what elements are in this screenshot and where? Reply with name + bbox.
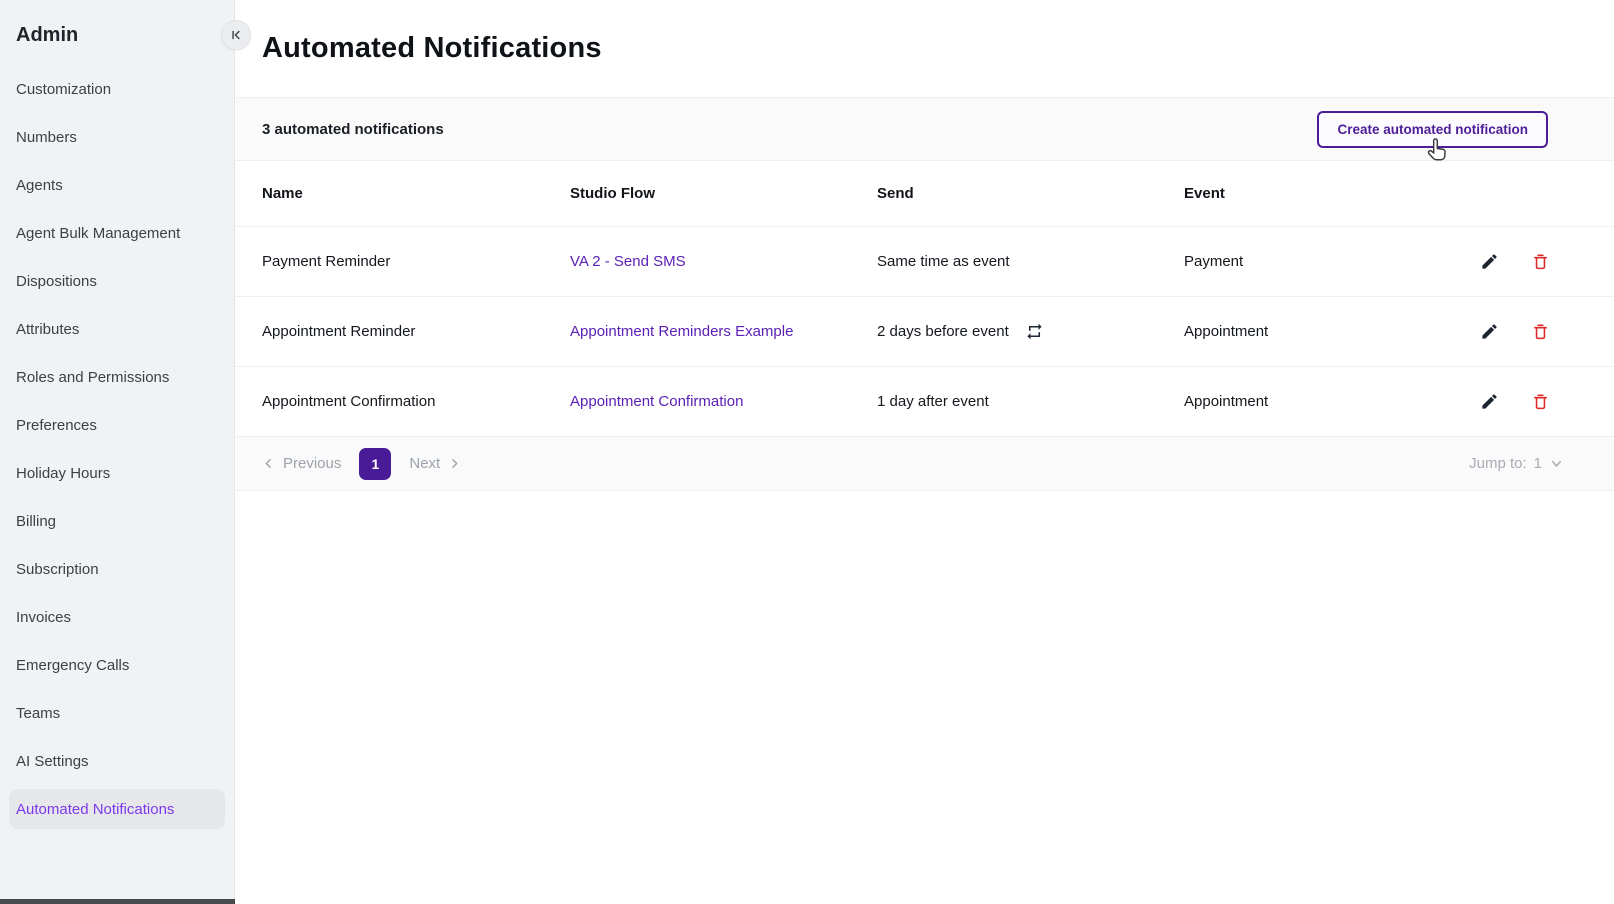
chevron-left-icon <box>262 457 275 470</box>
sidebar-item-invoices[interactable]: Invoices <box>0 593 234 641</box>
sidebar-item-automated-notifications[interactable]: Automated Notifications <box>9 789 225 829</box>
edit-button[interactable] <box>1478 250 1501 273</box>
pencil-icon <box>1480 252 1499 271</box>
main-content: Automated Notifications 3 automated noti… <box>236 0 1614 904</box>
column-header-send: Send <box>877 185 914 202</box>
column-header-event: Event <box>1184 185 1225 202</box>
pencil-icon <box>1480 392 1499 411</box>
sidebar-item-preferences[interactable]: Preferences <box>0 401 234 449</box>
table-body: Payment Reminder VA 2 - Send SMS Same ti… <box>236 227 1614 437</box>
sidebar-item-subscription[interactable]: Subscription <box>0 545 234 593</box>
table-row: Payment Reminder VA 2 - Send SMS Same ti… <box>236 227 1614 297</box>
chevron-down-icon <box>1549 456 1564 471</box>
delete-button[interactable] <box>1529 320 1552 343</box>
sidebar-item-holiday-hours[interactable]: Holiday Hours <box>0 449 234 497</box>
sidebar-item-emergency-calls[interactable]: Emergency Calls <box>0 641 234 689</box>
sidebar-item-agents[interactable]: Agents <box>0 161 234 209</box>
trash-icon <box>1531 392 1550 411</box>
sidebar: Admin Customization Numbers Agents Agent Bu… <box>0 0 235 904</box>
previous-label: Previous <box>283 455 342 472</box>
sidebar-item-teams[interactable]: Teams <box>0 689 234 737</box>
row-send-text: Same time as event <box>877 253 1010 270</box>
table-header-row: Name Studio Flow Send Event <box>236 161 1614 227</box>
delete-button[interactable] <box>1529 250 1552 273</box>
page-header: Automated Notifications <box>236 0 1614 97</box>
next-page-button[interactable]: Next <box>409 455 461 472</box>
table-row: Appointment Confirmation Appointment Con… <box>236 367 1614 437</box>
sidebar-item-customization[interactable]: Customization <box>0 65 234 113</box>
row-name: Appointment Reminder <box>262 323 416 340</box>
row-send-text: 1 day after event <box>877 393 989 410</box>
edit-button[interactable] <box>1478 320 1501 343</box>
table-row: Appointment Reminder Appointment Reminde… <box>236 297 1614 367</box>
pagination: Previous 1 Next Jump to: 1 <box>236 437 1614 491</box>
studio-flow-link[interactable]: VA 2 - Send SMS <box>570 253 686 270</box>
repeat-icon <box>1025 322 1044 341</box>
create-automated-notification-button[interactable]: Create automated notification <box>1317 110 1548 148</box>
sidebar-nav: Customization Numbers Agents Agent Bulk Man… <box>0 65 234 829</box>
row-send-text: 2 days before event <box>877 323 1009 340</box>
sidebar-item-numbers[interactable]: Numbers <box>0 113 234 161</box>
row-event: Appointment <box>1184 393 1269 410</box>
trash-icon <box>1531 252 1550 271</box>
sidebar-item-billing[interactable]: Billing <box>0 497 234 545</box>
jump-to-value: 1 <box>1533 455 1542 472</box>
collapse-left-icon <box>229 28 243 42</box>
jump-to-page-select[interactable]: Jump to: 1 <box>1469 455 1564 472</box>
sidebar-title: Admin <box>16 24 79 46</box>
row-name: Payment Reminder <box>262 253 391 270</box>
current-page-button[interactable]: 1 <box>359 447 392 480</box>
row-event: Payment <box>1184 253 1244 270</box>
sidebar-item-attributes[interactable]: Attributes <box>0 305 234 353</box>
sidebar-item-agent-bulk-management[interactable]: Agent Bulk Management <box>0 209 234 257</box>
column-header-name: Name <box>262 185 303 202</box>
sidebar-item-dispositions[interactable]: Dispositions <box>0 257 234 305</box>
sidebar-bottom-strip <box>0 899 235 904</box>
page-title: Automated Notifications <box>262 32 602 64</box>
sidebar-collapse-button[interactable] <box>221 20 251 50</box>
row-name: Appointment Confirmation <box>262 393 436 410</box>
column-header-studio-flow: Studio Flow <box>570 185 655 202</box>
edit-button[interactable] <box>1478 390 1501 413</box>
delete-button[interactable] <box>1529 390 1552 413</box>
sidebar-item-roles-and-permissions[interactable]: Roles and Permissions <box>0 353 234 401</box>
studio-flow-link[interactable]: Appointment Confirmation <box>570 393 743 410</box>
toolbar: 3 automated notifications Create automat… <box>236 97 1614 161</box>
sidebar-item-ai-settings[interactable]: AI Settings <box>0 737 234 785</box>
previous-page-button[interactable]: Previous <box>262 455 341 472</box>
notification-count: 3 automated notifications <box>262 120 444 138</box>
jump-to-label: Jump to: <box>1469 455 1527 472</box>
pencil-icon <box>1480 322 1499 341</box>
next-label: Next <box>409 455 441 472</box>
row-event: Appointment <box>1184 323 1269 340</box>
trash-icon <box>1531 322 1550 341</box>
studio-flow-link[interactable]: Appointment Reminders Example <box>570 323 793 340</box>
notifications-table: Name Studio Flow Send Event Payment Remi… <box>236 161 1614 437</box>
chevron-right-icon <box>448 457 461 470</box>
